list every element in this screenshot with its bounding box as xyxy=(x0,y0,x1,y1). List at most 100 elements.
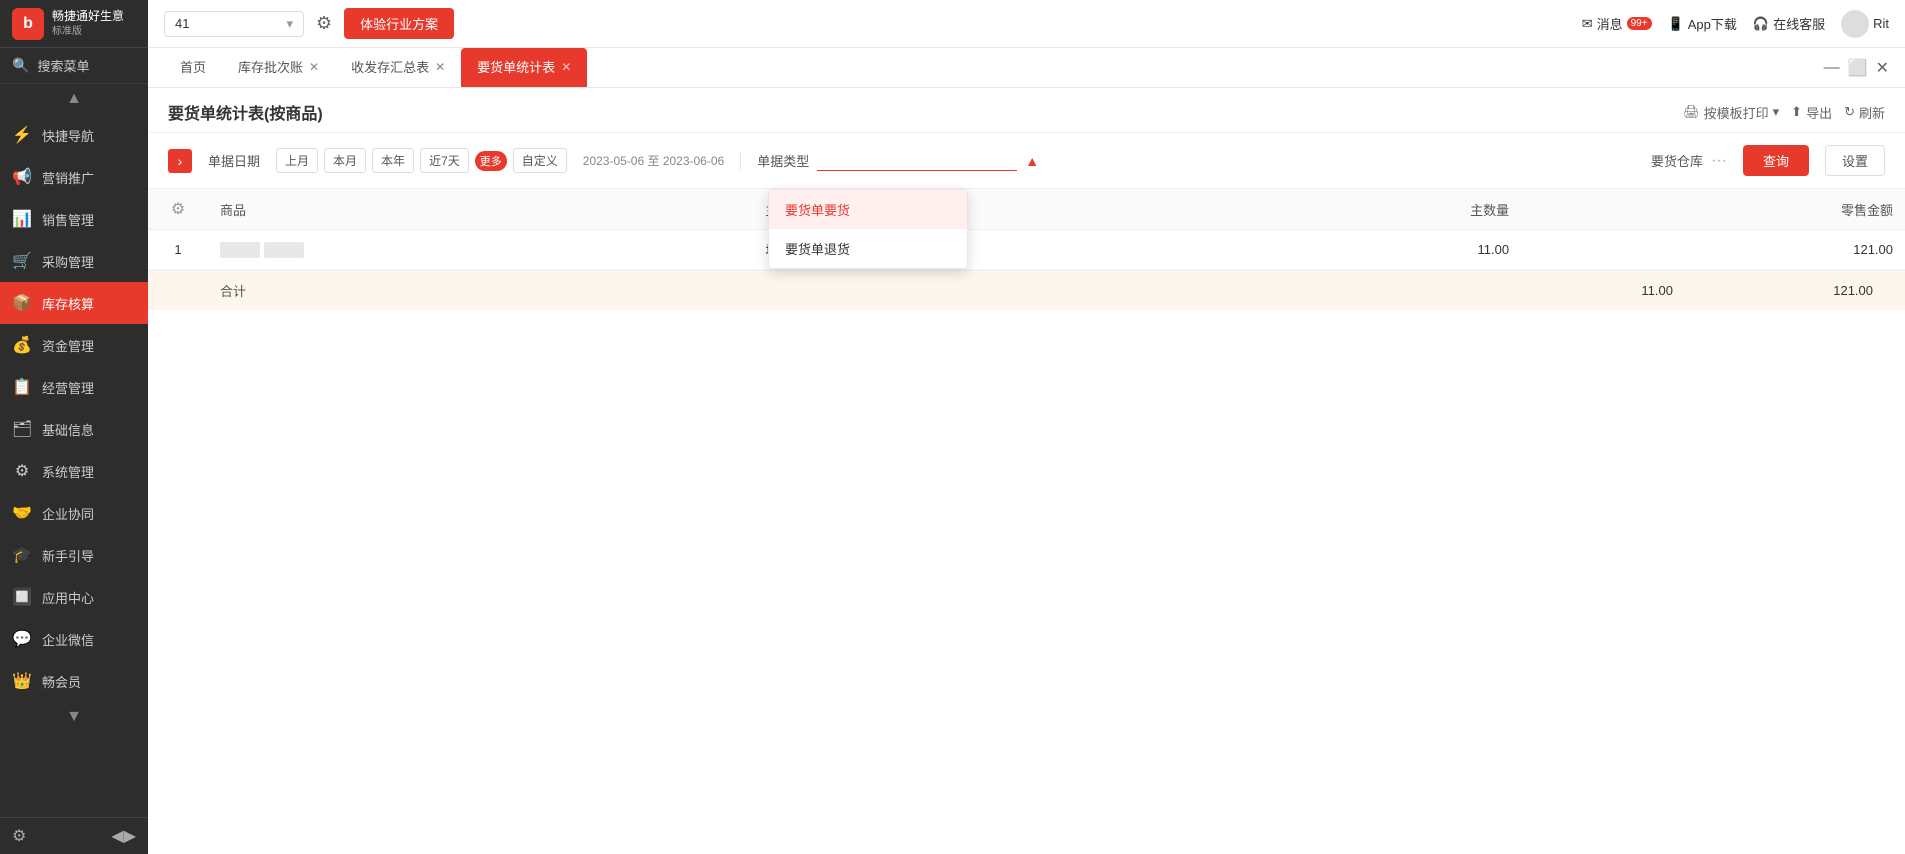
sidebar-item-label: 资金管理 xyxy=(42,336,94,355)
sidebar-item-label: 企业协同 xyxy=(42,504,94,523)
topbar: 41 ▾ ⚙ 体验行业方案 ✉ 消息 99+ 📱 App下载 🎧 在线客服 R xyxy=(148,0,1905,48)
sidebar-item-weixin[interactable]: 💬 企业微信 xyxy=(0,618,148,660)
type-filter-label: 单据类型 xyxy=(757,151,809,170)
sidebar-item-yingyong[interactable]: 🔲 应用中心 xyxy=(0,576,148,618)
refresh-icon: ↻ xyxy=(1844,104,1855,120)
store-selector[interactable]: 41 ▾ xyxy=(164,11,304,37)
print-template-button[interactable]: 🖨 按模板打印 ▾ xyxy=(1683,103,1779,122)
tab-yaohuo[interactable]: 要货单统计表 ✕ xyxy=(461,48,587,87)
date-range-display: 2023-05-06 至 2023-06-06 xyxy=(583,152,724,169)
tabbar-actions: — ⬜ ✕ xyxy=(1824,58,1889,78)
sidebar-item-kucun[interactable]: 📦 库存核算 xyxy=(0,282,148,324)
column-settings-icon[interactable]: ⚙ xyxy=(171,201,185,218)
sidebar-scroll-down[interactable]: ▼ xyxy=(0,702,148,732)
tab-close-yaohuo[interactable]: ✕ xyxy=(561,60,571,74)
product-cell xyxy=(220,242,741,258)
sidebar-item-kuaijie[interactable]: ⚡ 快捷导航 xyxy=(0,114,148,156)
filter-expand-button[interactable]: › xyxy=(168,149,192,173)
message-icon: ✉ xyxy=(1582,16,1593,32)
table-row: 1 块 11.00 121.00 xyxy=(148,230,1905,270)
type-filter-input[interactable] xyxy=(817,151,1017,171)
user-item[interactable]: Rit xyxy=(1841,10,1889,38)
sidebar-item-label: 应用中心 xyxy=(42,588,94,607)
table-wrapper: ⚙ 商品 主计量单位 主数量 零售金额 1 xyxy=(148,189,1905,270)
message-item[interactable]: ✉ 消息 99+ xyxy=(1582,14,1652,33)
tab-maximize-button[interactable]: ⬜ xyxy=(1848,58,1868,78)
date-last-month-button[interactable]: 上月 xyxy=(276,148,318,173)
app-download-label: App下载 xyxy=(1688,14,1737,33)
dropdown-item-yaohuo[interactable]: 要货单要货 xyxy=(769,190,967,229)
filter-type-group: 单据类型 ▲ xyxy=(757,151,1635,171)
sidebar-scroll-up[interactable]: ▲ xyxy=(0,84,148,114)
filter-divider xyxy=(740,151,741,171)
sidebar-nav: ▲ ⚡ 快捷导航 📢 营销推广 📊 销售管理 🛒 采购管理 📦 库存核算 💰 资… xyxy=(0,84,148,817)
date-7days-button[interactable]: 近7天 xyxy=(420,148,469,173)
row-amount: 121.00 xyxy=(1521,230,1905,270)
sidebar-item-jingying[interactable]: 📋 经营管理 xyxy=(0,366,148,408)
chevron-down-icon: ▾ xyxy=(1773,104,1780,120)
date-this-year-button[interactable]: 本年 xyxy=(372,148,414,173)
sidebar-item-qiye[interactable]: 🤝 企业协同 xyxy=(0,492,148,534)
date-more-badge[interactable]: 更多 xyxy=(475,151,507,171)
service-item[interactable]: 🎧 在线客服 xyxy=(1753,14,1825,33)
sidebar-item-xiaoshou[interactable]: 📊 销售管理 xyxy=(0,198,148,240)
row-product xyxy=(208,230,753,270)
sidebar-item-label: 新手引导 xyxy=(42,546,94,565)
type-dropdown: 要货单要货 要货单退货 xyxy=(768,189,968,269)
warehouse-filter-more-icon[interactable]: ··· xyxy=(1711,152,1727,170)
filter-settings-button[interactable]: 设置 xyxy=(1825,145,1885,176)
export-button[interactable]: ⬆ 导出 xyxy=(1791,103,1832,122)
finance-icon: 💰 xyxy=(12,335,32,355)
sidebar-bottom: ⚙ ◀▶ xyxy=(0,817,148,854)
sidebar-item-caigou[interactable]: 🛒 采购管理 xyxy=(0,240,148,282)
topbar-settings-icon[interactable]: ⚙ xyxy=(316,13,332,34)
trial-button[interactable]: 体验行业方案 xyxy=(344,8,454,39)
sidebar-item-label: 营销推广 xyxy=(42,168,94,187)
table-header-row: ⚙ 商品 主计量单位 主数量 零售金额 xyxy=(148,189,1905,230)
enterprise-icon: 🤝 xyxy=(12,503,32,523)
table-footer: 合计 11.00 121.00 xyxy=(148,270,1905,310)
sidebar-item-label: 基础信息 xyxy=(42,420,94,439)
settings-icon[interactable]: ⚙ xyxy=(12,826,26,846)
sidebar-item-label: 采购管理 xyxy=(42,252,94,271)
service-label: 在线客服 xyxy=(1773,14,1825,33)
tabbar: 首页 库存批次账 ✕ 收发存汇总表 ✕ 要货单统计表 ✕ — ⬜ ✕ xyxy=(148,48,1905,88)
dropdown-item-tuihuo[interactable]: 要货单退货 xyxy=(769,229,967,268)
data-table: ⚙ 商品 主计量单位 主数量 零售金额 1 xyxy=(148,189,1905,270)
tab-close-kucun[interactable]: ✕ xyxy=(309,60,319,74)
sidebar-item-yingxiao[interactable]: 📢 营销推广 xyxy=(0,156,148,198)
date-custom-button[interactable]: 自定义 xyxy=(513,148,567,173)
tab-kucun[interactable]: 库存批次账 ✕ xyxy=(222,48,335,87)
type-filter-chevron-up-icon[interactable]: ▲ xyxy=(1025,153,1039,169)
sidebar-item-label: 快捷导航 xyxy=(42,126,94,145)
sidebar-item-label: 系统管理 xyxy=(42,462,94,481)
tab-shoufasong[interactable]: 收发存汇总表 ✕ xyxy=(335,48,461,87)
collapse-icon[interactable]: ◀▶ xyxy=(111,826,136,846)
guide-icon: 🎓 xyxy=(12,545,32,565)
content-area: 要货单统计表(按商品) 🖨 按模板打印 ▾ ⬆ 导出 ↻ 刷新 xyxy=(148,88,1905,854)
avatar xyxy=(1841,10,1869,38)
product-tag-1 xyxy=(220,242,260,258)
date-filter-label: 单据日期 xyxy=(208,151,260,170)
tab-minimize-button[interactable]: — xyxy=(1824,59,1840,77)
tab-close-shoufasong[interactable]: ✕ xyxy=(435,60,445,74)
page: 要货单统计表(按商品) 🖨 按模板打印 ▾ ⬆ 导出 ↻ 刷新 xyxy=(148,88,1905,854)
col-quantity: 主数量 xyxy=(1203,189,1521,230)
refresh-button[interactable]: ↻ 刷新 xyxy=(1844,103,1885,122)
sidebar-item-zijin[interactable]: 💰 资金管理 xyxy=(0,324,148,366)
sidebar-item-huiyuan[interactable]: 👑 畅会员 xyxy=(0,660,148,702)
sidebar-item-xinshou[interactable]: 🎓 新手引导 xyxy=(0,534,148,576)
date-this-month-button[interactable]: 本月 xyxy=(324,148,366,173)
query-button[interactable]: 查询 xyxy=(1743,145,1809,176)
sidebar-item-label: 企业微信 xyxy=(42,630,94,649)
sidebar-item-jichu[interactable]: 🗂 基础信息 xyxy=(0,408,148,450)
app-download-item[interactable]: 📱 App下载 xyxy=(1668,14,1737,33)
sidebar-search-label: 搜索菜单 xyxy=(37,56,89,75)
tab-close-button[interactable]: ✕ xyxy=(1876,58,1889,78)
sidebar-search[interactable]: 🔍 搜索菜单 xyxy=(0,48,148,84)
col-product: 商品 xyxy=(208,189,753,230)
sidebar-item-xitong[interactable]: ⚙ 系统管理 xyxy=(0,450,148,492)
row-quantity: 11.00 xyxy=(1203,230,1521,270)
tab-home[interactable]: 首页 xyxy=(164,48,222,87)
sidebar-item-label: 库存核算 xyxy=(42,294,94,313)
